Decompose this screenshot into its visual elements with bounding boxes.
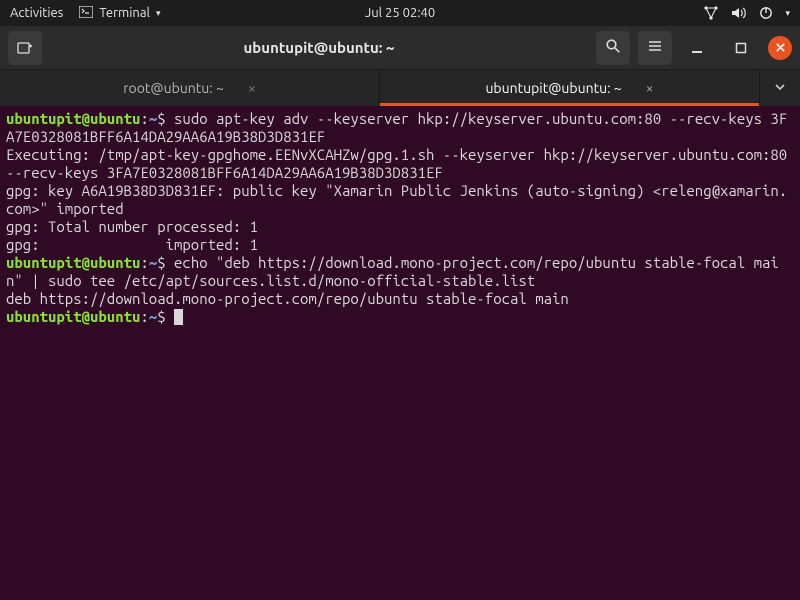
gnome-topbar: Activities Terminal ▾ Jul 25 02:40 ▾ xyxy=(0,0,800,26)
search-icon xyxy=(605,38,621,57)
minimize-button[interactable] xyxy=(680,31,714,65)
tab-user[interactable]: ubuntupit@ubuntu: ~ × xyxy=(380,70,760,106)
hamburger-icon xyxy=(647,38,663,57)
activities-label: Activities xyxy=(10,6,63,20)
terminal-tabstrip: root@ubuntu: ~ × ubuntupit@ubuntu: ~ × xyxy=(0,70,800,106)
network-icon[interactable] xyxy=(703,6,719,20)
prompt: ubuntupit@ubuntu:~$ xyxy=(6,110,174,127)
clock-text: Jul 25 02:40 xyxy=(365,6,435,20)
terminal-output-line: deb https://download.mono-project.com/re… xyxy=(6,290,794,308)
new-tab-button[interactable] xyxy=(8,31,42,65)
terminal-output-line: gpg: imported: 1 xyxy=(6,236,794,254)
prompt: ubuntupit@ubuntu:~$ xyxy=(6,254,174,271)
terminal-command-line: ubuntupit@ubuntu:~$ echo "deb https://do… xyxy=(6,254,794,290)
volume-icon[interactable] xyxy=(731,6,747,20)
close-icon xyxy=(775,39,786,56)
menu-button[interactable] xyxy=(638,31,672,65)
chevron-down-icon: ▾ xyxy=(156,8,161,19)
tab-label: root@ubuntu: ~ xyxy=(123,80,224,96)
terminal-output-line: gpg: key A6A19B38D3D831EF: public key "X… xyxy=(6,182,794,218)
window-headerbar: ubuntupit@ubuntu: ~ xyxy=(0,26,800,70)
terminal-icon xyxy=(79,6,93,21)
power-icon[interactable] xyxy=(759,6,773,20)
terminal-viewport[interactable]: ubuntupit@ubuntu:~$ sudo apt-key adv --k… xyxy=(0,106,800,330)
tab-menu-button[interactable] xyxy=(760,70,800,106)
terminal-command-line: ubuntupit@ubuntu:~$ sudo apt-key adv --k… xyxy=(6,110,794,146)
tab-close-icon[interactable]: × xyxy=(646,80,654,96)
app-menu[interactable]: Terminal ▾ xyxy=(79,6,160,21)
terminal-output-line: Executing: /tmp/apt-key-gpghome.EENvXCAH… xyxy=(6,146,794,182)
tab-label: ubuntupit@ubuntu: ~ xyxy=(485,80,621,96)
terminal-command-line: ubuntupit@ubuntu:~$ xyxy=(6,308,794,326)
cursor xyxy=(174,309,183,325)
prompt: ubuntupit@ubuntu:~$ xyxy=(6,308,174,325)
app-menu-label: Terminal xyxy=(99,6,150,20)
chevron-down-icon: ▾ xyxy=(785,8,790,19)
chevron-down-icon xyxy=(774,80,786,96)
maximize-button[interactable] xyxy=(724,31,758,65)
close-button[interactable] xyxy=(768,36,792,60)
window-title: ubuntupit@ubuntu: ~ xyxy=(50,39,588,56)
terminal-output-line: gpg: Total number processed: 1 xyxy=(6,218,794,236)
tab-close-icon[interactable]: × xyxy=(248,80,256,96)
activities-button[interactable]: Activities xyxy=(10,6,63,20)
clock[interactable]: Jul 25 02:40 xyxy=(365,6,435,20)
search-button[interactable] xyxy=(596,31,630,65)
tab-root[interactable]: root@ubuntu: ~ × xyxy=(0,70,380,106)
